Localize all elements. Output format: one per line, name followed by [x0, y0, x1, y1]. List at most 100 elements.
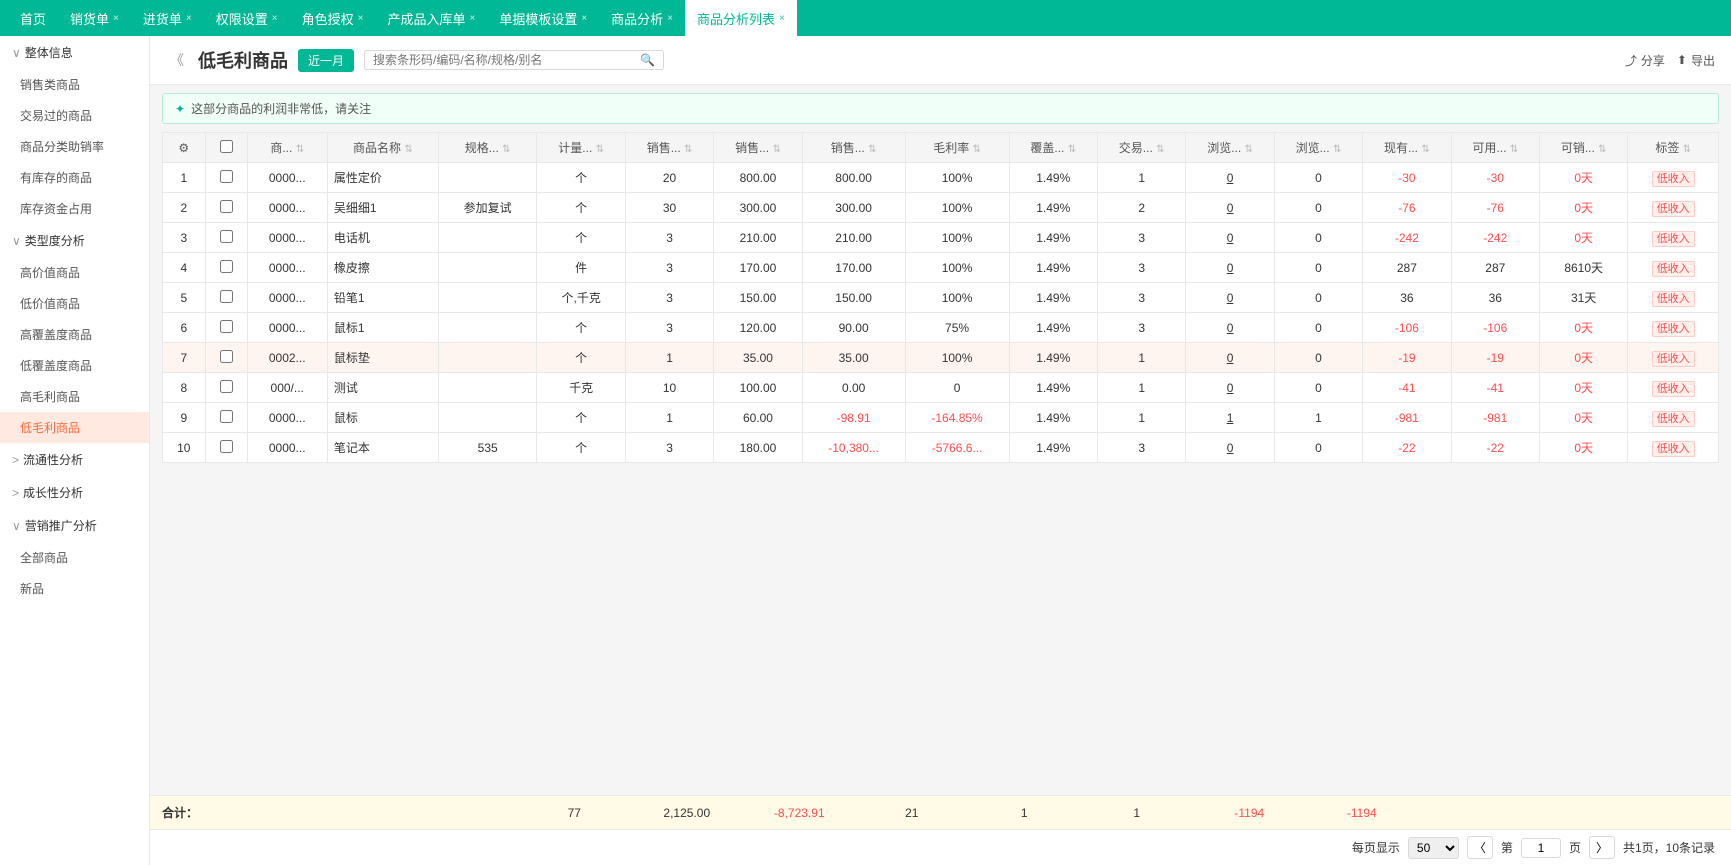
close-icon[interactable]: ×: [581, 13, 587, 24]
row-checkbox[interactable]: [205, 313, 247, 343]
table-row[interactable]: 6 0000... 鼠标1 个 3 120.00 90.00 75% 1.49%…: [163, 313, 1719, 343]
row-views1[interactable]: 0: [1186, 223, 1274, 253]
col-coverage[interactable]: 覆盖... ⇅: [1009, 133, 1097, 163]
sidebar-item-high-margin[interactable]: 高毛利商品: [0, 381, 149, 412]
col-spec[interactable]: 规格... ⇅: [438, 133, 537, 163]
row-select-checkbox[interactable]: [220, 170, 233, 183]
row-select-checkbox[interactable]: [220, 320, 233, 333]
sidebar-group-marketing[interactable]: ∨ 营销推广分析: [0, 509, 149, 542]
sidebar-item-stocked-products[interactable]: 有库存的商品: [0, 162, 149, 193]
next-page-button[interactable]: 〉: [1589, 836, 1615, 859]
sidebar-item-all-products[interactable]: 全部商品: [0, 542, 149, 573]
col-transactions[interactable]: 交易... ⇅: [1097, 133, 1185, 163]
col-views1[interactable]: 浏览... ⇅: [1186, 133, 1274, 163]
row-views1[interactable]: 0: [1186, 373, 1274, 403]
close-icon[interactable]: ×: [186, 13, 192, 24]
col-unit[interactable]: 计量... ⇅: [537, 133, 625, 163]
prev-page-button[interactable]: 〈: [1467, 836, 1493, 859]
row-checkbox[interactable]: [205, 163, 247, 193]
time-filter-button[interactable]: 近一月: [298, 49, 354, 72]
close-icon[interactable]: ×: [667, 13, 673, 24]
sidebar-item-low-value[interactable]: 低价值商品: [0, 288, 149, 319]
collapse-sidebar-button[interactable]: 《: [166, 46, 188, 74]
table-row[interactable]: 10 0000... 笔记本 535 个 3 180.00 -10,380...…: [163, 433, 1719, 463]
sidebar-item-high-value[interactable]: 高价值商品: [0, 257, 149, 288]
row-views1[interactable]: 0: [1186, 193, 1274, 223]
sidebar-group-overall[interactable]: ∨ 整体信息: [0, 36, 149, 69]
nav-template-settings[interactable]: 单据模板设置 ×: [487, 0, 599, 36]
sidebar-group-type-analysis[interactable]: ∨ 类型度分析: [0, 224, 149, 257]
sidebar-item-low-margin[interactable]: 低毛利商品: [0, 412, 149, 443]
search-icon[interactable]: 🔍: [640, 53, 655, 67]
nav-product-analysis-list[interactable]: 商品分析列表 ×: [685, 0, 797, 36]
row-checkbox[interactable]: [205, 343, 247, 373]
row-checkbox[interactable]: [205, 403, 247, 433]
row-checkbox[interactable]: [205, 373, 247, 403]
table-row[interactable]: 2 0000... 吴细细1 参加复试 个 30 300.00 300.00 1…: [163, 193, 1719, 223]
col-views2[interactable]: 浏览... ⇅: [1274, 133, 1362, 163]
sidebar-group-liquidity[interactable]: > 流通性分析: [0, 443, 149, 476]
sidebar-item-category-rate[interactable]: 商品分类助销率: [0, 131, 149, 162]
close-icon[interactable]: ×: [358, 13, 364, 24]
close-icon[interactable]: ×: [113, 13, 119, 24]
sidebar-item-inventory-capital[interactable]: 库存资金占用: [0, 193, 149, 224]
export-button[interactable]: ⬆ 导出: [1677, 52, 1715, 69]
table-row[interactable]: 3 0000... 电话机 个 3 210.00 210.00 100% 1.4…: [163, 223, 1719, 253]
row-select-checkbox[interactable]: [220, 440, 233, 453]
row-checkbox[interactable]: [205, 193, 247, 223]
row-checkbox[interactable]: [205, 223, 247, 253]
table-row[interactable]: 8 000/... 测试 千克 10 100.00 0.00 0 1.49% 1…: [163, 373, 1719, 403]
col-available[interactable]: 可用... ⇅: [1451, 133, 1539, 163]
col-saleable[interactable]: 可销... ⇅: [1539, 133, 1627, 163]
nav-product-analysis[interactable]: 商品分析 ×: [599, 0, 685, 36]
row-views1[interactable]: 0: [1186, 313, 1274, 343]
table-row[interactable]: 4 0000... 橡皮擦 件 3 170.00 170.00 100% 1.4…: [163, 253, 1719, 283]
table-row[interactable]: 5 0000... 铅笔1 个,千克 3 150.00 150.00 100% …: [163, 283, 1719, 313]
row-views1[interactable]: 0: [1186, 343, 1274, 373]
nav-role-auth[interactable]: 角色授权 ×: [290, 0, 376, 36]
table-row[interactable]: 1 0000... 属性定价 个 20 800.00 800.00 100% 1…: [163, 163, 1719, 193]
row-views1[interactable]: 0: [1186, 163, 1274, 193]
row-select-checkbox[interactable]: [220, 350, 233, 363]
col-settings[interactable]: ⚙: [163, 133, 206, 163]
page-size-select[interactable]: 50 100 200: [1408, 837, 1459, 859]
nav-sales-order[interactable]: 销货单 ×: [58, 0, 131, 36]
page-number-input[interactable]: [1521, 838, 1561, 858]
table-row[interactable]: 9 0000... 鼠标 个 1 60.00 -98.91 -164.85% 1…: [163, 403, 1719, 433]
row-views1[interactable]: 0: [1186, 253, 1274, 283]
nav-purchase-order[interactable]: 进货单 ×: [131, 0, 204, 36]
close-icon[interactable]: ×: [272, 13, 278, 24]
sidebar-item-new-products[interactable]: 新品: [0, 573, 149, 604]
row-checkbox[interactable]: [205, 433, 247, 463]
sidebar-item-high-coverage[interactable]: 高覆盖度商品: [0, 319, 149, 350]
close-icon[interactable]: ×: [469, 13, 475, 24]
col-sales-amount[interactable]: 销售... ⇅: [802, 133, 905, 163]
nav-home[interactable]: 首页: [8, 0, 58, 36]
col-gross-margin[interactable]: 毛利率 ⇅: [905, 133, 1009, 163]
select-all-checkbox[interactable]: [220, 140, 233, 153]
nav-finished-goods[interactable]: 产成品入库单 ×: [375, 0, 487, 36]
col-name[interactable]: 商品名称 ⇅: [327, 133, 438, 163]
table-row[interactable]: 7 0002... 鼠标垫 个 1 35.00 35.00 100% 1.49%…: [163, 343, 1719, 373]
sidebar-item-sales-products[interactable]: 销售类商品: [0, 69, 149, 100]
row-checkbox[interactable]: [205, 283, 247, 313]
sidebar-item-low-coverage[interactable]: 低覆盖度商品: [0, 350, 149, 381]
row-views1[interactable]: 0: [1186, 433, 1274, 463]
col-tag[interactable]: 标签 ⇅: [1628, 133, 1719, 163]
row-checkbox[interactable]: [205, 253, 247, 283]
col-code[interactable]: 商... ⇅: [247, 133, 327, 163]
row-select-checkbox[interactable]: [220, 260, 233, 273]
col-current-stock[interactable]: 现有... ⇅: [1363, 133, 1451, 163]
row-select-checkbox[interactable]: [220, 410, 233, 423]
row-select-checkbox[interactable]: [220, 380, 233, 393]
row-select-checkbox[interactable]: [220, 230, 233, 243]
search-input[interactable]: [373, 53, 636, 67]
row-views1[interactable]: 0: [1186, 283, 1274, 313]
sidebar-group-growth[interactable]: > 成长性分析: [0, 476, 149, 509]
col-checkbox[interactable]: [205, 133, 247, 163]
row-select-checkbox[interactable]: [220, 200, 233, 213]
col-sales-qty[interactable]: 销售... ⇅: [625, 133, 713, 163]
close-icon[interactable]: ×: [779, 13, 785, 24]
col-sales-price[interactable]: 销售... ⇅: [714, 133, 802, 163]
share-button[interactable]: ⤴ 分享: [1625, 52, 1665, 69]
